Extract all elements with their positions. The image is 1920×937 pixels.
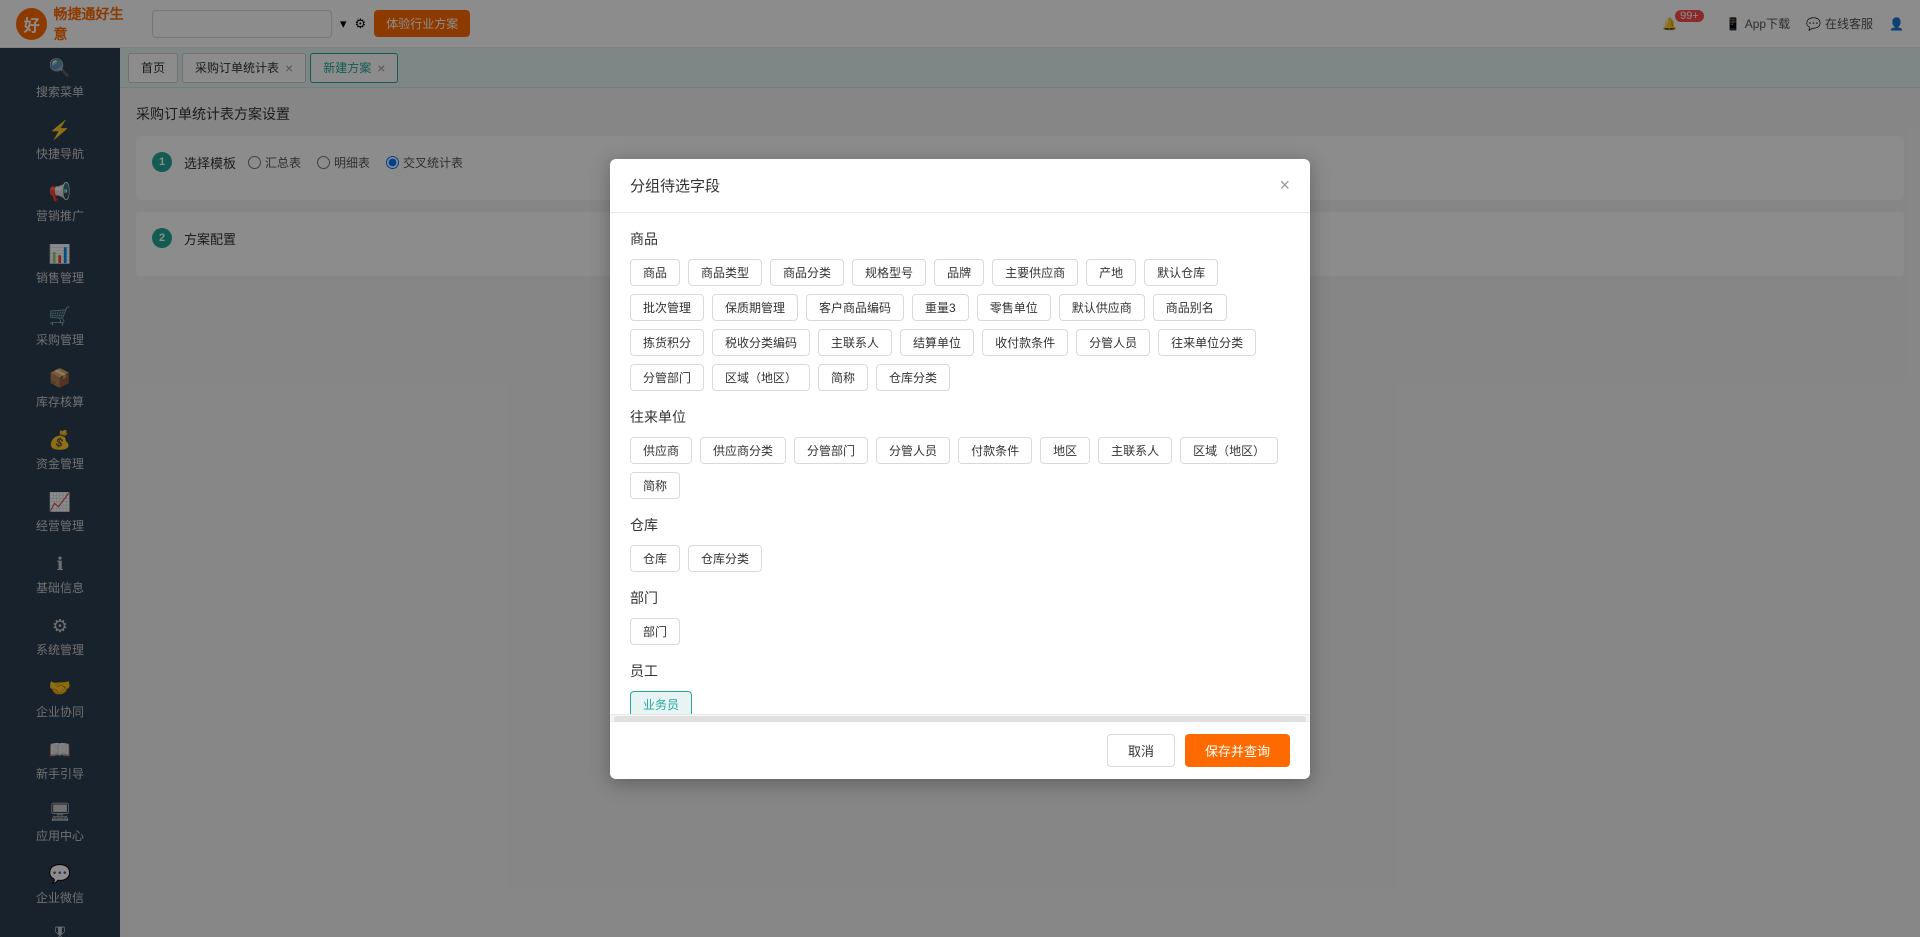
field-tag-goods-origin[interactable]: 产地 bbox=[1086, 259, 1136, 286]
section-title-employee: 员工 bbox=[630, 661, 1290, 681]
section-title-department: 部门 bbox=[630, 588, 1290, 608]
field-tag-goods-spec[interactable]: 规格型号 bbox=[852, 259, 926, 286]
dialog-header: 分组待选字段 × bbox=[610, 159, 1310, 213]
field-tag-goods-contact[interactable]: 主联系人 bbox=[818, 329, 892, 356]
field-selection-dialog: 分组待选字段 × 商品 商品 商品类型 商品分类 规格型号 品牌 主要供应商 产… bbox=[610, 159, 1310, 779]
field-tag-goods-batch[interactable]: 批次管理 bbox=[630, 294, 704, 321]
field-tag-goods-brand[interactable]: 品牌 bbox=[934, 259, 984, 286]
modal-overlay: 分组待选字段 × 商品 商品 商品类型 商品分类 规格型号 品牌 主要供应商 产… bbox=[0, 0, 1920, 937]
field-tag-goods-category[interactable]: 商品分类 bbox=[770, 259, 844, 286]
field-tags-goods: 商品 商品类型 商品分类 规格型号 品牌 主要供应商 产地 默认仓库 批次管理 … bbox=[630, 259, 1290, 391]
field-tag-goods-dept[interactable]: 分管部门 bbox=[630, 364, 704, 391]
field-tags-warehouse: 仓库 仓库分类 bbox=[630, 545, 1290, 572]
dialog-footer: 取消 保存并查询 bbox=[610, 721, 1310, 779]
field-tag-goods-retail-unit[interactable]: 零售单位 bbox=[977, 294, 1051, 321]
field-tag-goods-shortname[interactable]: 简称 bbox=[818, 364, 868, 391]
field-tag-goods-customer-code[interactable]: 客户商品编码 bbox=[806, 294, 904, 321]
field-tag-goods-alias[interactable]: 商品别名 bbox=[1153, 294, 1227, 321]
confirm-button[interactable]: 保存并查询 bbox=[1185, 734, 1290, 767]
field-tag-counterpart-manager[interactable]: 分管人员 bbox=[876, 437, 950, 464]
field-tags-department: 部门 bbox=[630, 618, 1290, 645]
field-tag-department[interactable]: 部门 bbox=[630, 618, 680, 645]
cancel-button[interactable]: 取消 bbox=[1107, 734, 1175, 767]
field-tag-goods-counterpart-category[interactable]: 往来单位分类 bbox=[1158, 329, 1256, 356]
field-tag-goods-default-warehouse[interactable]: 默认仓库 bbox=[1144, 259, 1218, 286]
field-tag-supplier-category[interactable]: 供应商分类 bbox=[700, 437, 786, 464]
field-tag-goods-settlement-unit[interactable]: 结算单位 bbox=[900, 329, 974, 356]
field-tag-goods-manager[interactable]: 分管人员 bbox=[1076, 329, 1150, 356]
field-tag-goods-payment-terms[interactable]: 收付款条件 bbox=[982, 329, 1068, 356]
field-tag-goods-tax-code[interactable]: 税收分类编码 bbox=[712, 329, 810, 356]
section-title-goods: 商品 bbox=[630, 229, 1290, 249]
dialog-hscroll[interactable] bbox=[610, 714, 1310, 720]
field-tag-counterpart-dept[interactable]: 分管部门 bbox=[794, 437, 868, 464]
field-tag-goods[interactable]: 商品 bbox=[630, 259, 680, 286]
field-tag-goods-main-supplier[interactable]: 主要供应商 bbox=[992, 259, 1078, 286]
field-tag-goods-weight[interactable]: 重量3 bbox=[912, 294, 969, 321]
field-tag-goods-shelf-life[interactable]: 保质期管理 bbox=[712, 294, 798, 321]
field-tag-counterpart-region[interactable]: 地区 bbox=[1040, 437, 1090, 464]
dialog-body: 商品 商品 商品类型 商品分类 规格型号 品牌 主要供应商 产地 默认仓库 批次… bbox=[610, 213, 1310, 715]
field-tag-goods-default-supplier[interactable]: 默认供应商 bbox=[1059, 294, 1145, 321]
field-tag-goods-type[interactable]: 商品类型 bbox=[688, 259, 762, 286]
field-tag-goods-warehouse-category[interactable]: 仓库分类 bbox=[876, 364, 950, 391]
dialog-close-btn[interactable]: × bbox=[1279, 175, 1290, 196]
field-tag-goods-region[interactable]: 区域（地区） bbox=[712, 364, 810, 391]
field-tags-employee: 业务员 bbox=[630, 691, 1290, 715]
field-tag-salesperson[interactable]: 业务员 bbox=[630, 691, 692, 715]
field-tag-counterpart-shortname[interactable]: 简称 bbox=[630, 472, 680, 499]
field-tag-counterpart-area[interactable]: 区域（地区） bbox=[1180, 437, 1278, 464]
dialog-title: 分组待选字段 bbox=[630, 175, 720, 196]
field-tag-goods-pick-points[interactable]: 拣货积分 bbox=[630, 329, 704, 356]
field-tag-counterpart-payment[interactable]: 付款条件 bbox=[958, 437, 1032, 464]
field-tag-warehouse[interactable]: 仓库 bbox=[630, 545, 680, 572]
field-tag-supplier[interactable]: 供应商 bbox=[630, 437, 692, 464]
section-title-counterpart: 往来单位 bbox=[630, 407, 1290, 427]
field-tag-counterpart-contact[interactable]: 主联系人 bbox=[1098, 437, 1172, 464]
field-tags-counterpart: 供应商 供应商分类 分管部门 分管人员 付款条件 地区 主联系人 区域（地区） … bbox=[630, 437, 1290, 499]
field-tag-warehouse-category[interactable]: 仓库分类 bbox=[688, 545, 762, 572]
section-title-warehouse: 仓库 bbox=[630, 515, 1290, 535]
